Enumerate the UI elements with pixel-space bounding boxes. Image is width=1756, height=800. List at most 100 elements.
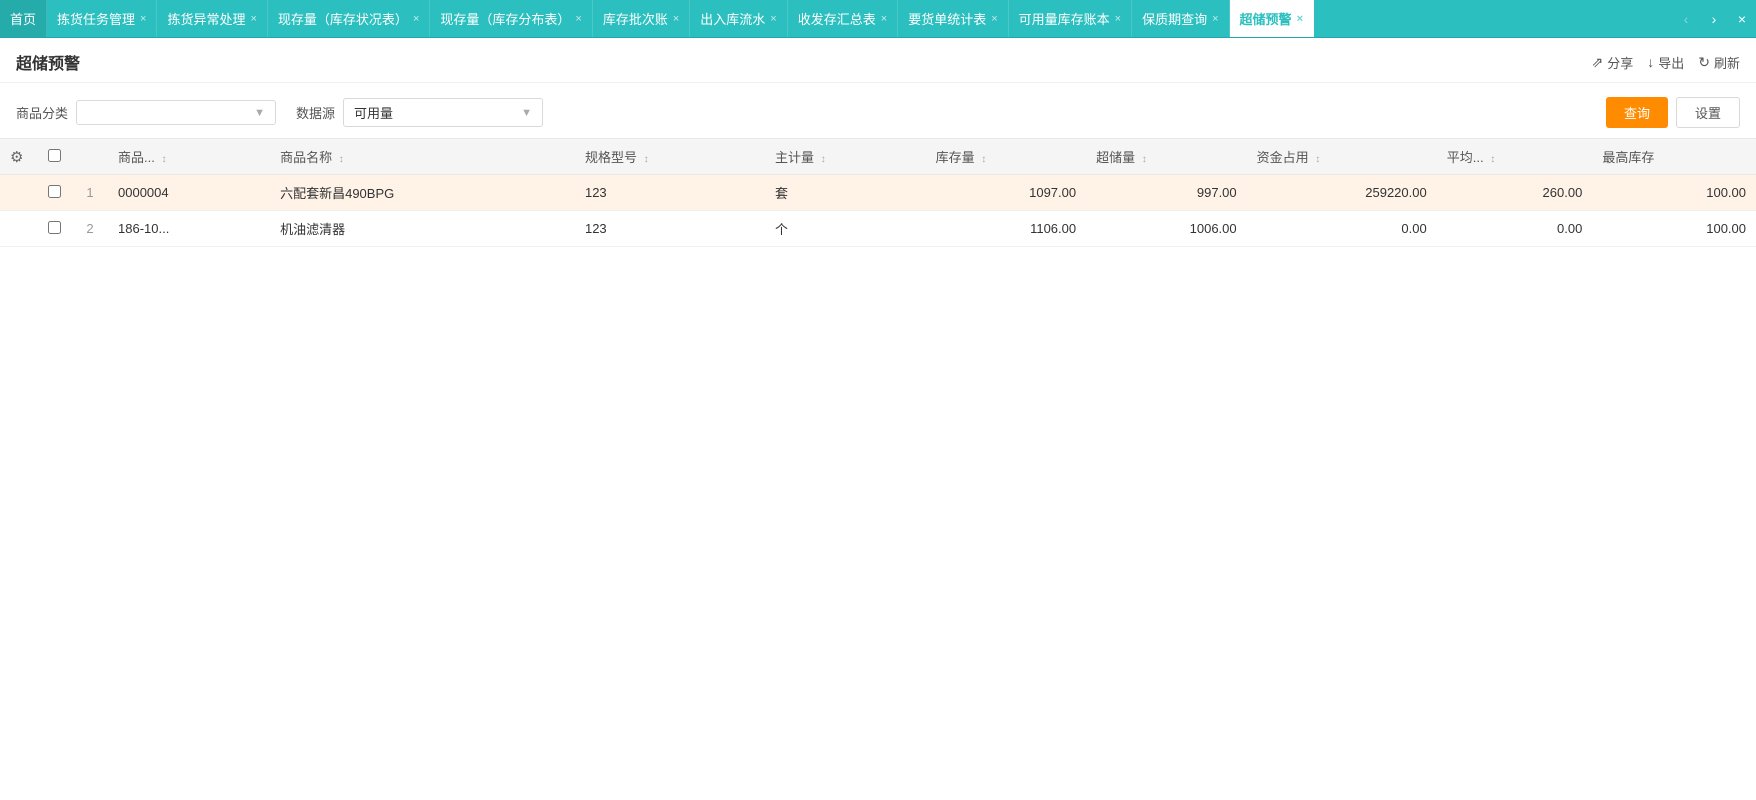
refresh-button[interactable]: ↻ 刷新 [1698, 53, 1740, 72]
td-stock-1: 1106.00 [926, 211, 1087, 247]
th-avg-label: 平均... [1447, 150, 1484, 165]
row-checkbox-0[interactable] [48, 185, 61, 198]
nav-item-stock-status[interactable]: 现存量（库存状况表） × [268, 0, 430, 37]
nav-close-collect-send[interactable]: × [881, 13, 887, 25]
nav-item-collect-send[interactable]: 收发存汇总表 × [788, 0, 898, 37]
table-row: 1 0000004 六配套新昌490BPG 123 套 1097.00 997.… [0, 175, 1756, 211]
share-button[interactable]: ⇗ 分享 [1591, 53, 1633, 72]
th-capital[interactable]: 资金占用 ↕ [1247, 139, 1437, 175]
nav-arrow-close[interactable]: × [1728, 0, 1756, 38]
header-actions: ⇗ 分享 ↓ 导出 ↻ 刷新 [1591, 53, 1740, 72]
nav-item-order-stat-label: 要货单统计表 [908, 9, 986, 28]
query-button[interactable]: 查询 [1606, 97, 1668, 128]
td-capital-1: 0.00 [1247, 211, 1437, 247]
nav-close-batch[interactable]: × [673, 13, 679, 25]
nav-item-task-mgmt[interactable]: 拣货任务管理 × [47, 0, 157, 37]
td-overstock-1: 1006.00 [1086, 211, 1247, 247]
sort-avg-icon: ↕ [1490, 154, 1495, 165]
nav-close-expiry[interactable]: × [1212, 13, 1218, 25]
th-overstock[interactable]: 超储量 ↕ [1086, 139, 1247, 175]
td-settings-0 [0, 175, 36, 211]
td-avg-1: 0.00 [1437, 211, 1593, 247]
td-unit-1: 个 [765, 211, 926, 247]
td-max-stock-1: 100.00 [1592, 211, 1756, 247]
nav-close-task-mgmt[interactable]: × [140, 13, 146, 25]
th-spec[interactable]: 规格型号 ↕ [575, 139, 765, 175]
nav-close-available-acct[interactable]: × [1115, 13, 1121, 25]
select-all-checkbox[interactable] [48, 149, 61, 162]
sort-product-name-icon: ↕ [339, 154, 344, 165]
nav-item-inout-flow[interactable]: 出入库流水 × [690, 0, 787, 37]
td-product-code-1: 186-10... [108, 211, 270, 247]
nav-close-stock-status[interactable]: × [413, 13, 419, 25]
nav-item-available-acct-label: 可用量库存账本 [1019, 9, 1110, 28]
filter-data-source: 数据源 可用量 ▼ [296, 98, 543, 127]
data-table: ⚙ 商品... ↕ 商品名称 ↕ 规格型号 [0, 138, 1756, 247]
td-spec-0: 123 [575, 175, 765, 211]
settings-button[interactable]: 设置 [1676, 97, 1740, 128]
refresh-icon: ↻ [1698, 54, 1710, 71]
nav-item-batch-label: 库存批次账 [603, 9, 668, 28]
td-unit-0: 套 [765, 175, 926, 211]
nav-arrow-right[interactable]: › [1700, 0, 1728, 38]
th-checkbox [36, 139, 72, 175]
product-category-select[interactable]: ▼ [76, 100, 276, 125]
sort-unit-icon: ↕ [821, 154, 826, 165]
th-spec-label: 规格型号 [585, 150, 637, 165]
nav-item-overstock[interactable]: 超储预警 × [1230, 0, 1314, 37]
table-wrapper: ⚙ 商品... ↕ 商品名称 ↕ 规格型号 [0, 138, 1756, 247]
nav-item-stock-dist[interactable]: 现存量（库存分布表） × [430, 0, 592, 37]
th-index [72, 139, 108, 175]
nav-item-stock-dist-label: 现存量（库存分布表） [440, 9, 570, 28]
th-product-code[interactable]: 商品... ↕ [108, 139, 270, 175]
data-source-value: 可用量 [354, 103, 393, 122]
td-max-stock-0: 100.00 [1592, 175, 1756, 211]
nav-close-order-stat[interactable]: × [991, 13, 997, 25]
refresh-label: 刷新 [1714, 53, 1740, 72]
nav-item-abnormal[interactable]: 拣货异常处理 × [157, 0, 267, 37]
nav-arrow-left[interactable]: ‹ [1672, 0, 1700, 38]
td-product-name-1: 机油滤清器 [270, 211, 575, 247]
nav-close-abnormal[interactable]: × [250, 13, 256, 25]
nav-item-batch[interactable]: 库存批次账 × [593, 0, 690, 37]
th-product-name-label: 商品名称 [280, 150, 332, 165]
td-avg-0: 260.00 [1437, 175, 1593, 211]
data-source-label: 数据源 [296, 103, 335, 122]
top-nav: 首页 拣货任务管理 × 拣货异常处理 × 现存量（库存状况表） × 现存量（库存… [0, 0, 1756, 38]
td-product-code-0: 0000004 [108, 175, 270, 211]
product-category-label: 商品分类 [16, 103, 68, 122]
data-source-select[interactable]: 可用量 ▼ [343, 98, 543, 127]
table-header-row: ⚙ 商品... ↕ 商品名称 ↕ 规格型号 [0, 139, 1756, 175]
nav-item-expiry[interactable]: 保质期查询 × [1132, 0, 1229, 37]
th-avg[interactable]: 平均... ↕ [1437, 139, 1593, 175]
nav-close-stock-dist[interactable]: × [575, 13, 581, 25]
th-product-name[interactable]: 商品名称 ↕ [270, 139, 575, 175]
settings-gear-icon[interactable]: ⚙ [10, 149, 23, 166]
page-content: 超储预警 ⇗ 分享 ↓ 导出 ↻ 刷新 商品分类 ▼ [0, 38, 1756, 800]
product-category-chevron-icon: ▼ [254, 107, 265, 119]
th-max-stock-label: 最高库存 [1602, 150, 1654, 165]
th-max-stock[interactable]: 最高库存 [1592, 139, 1756, 175]
row-checkbox-1[interactable] [48, 221, 61, 234]
filter-product-category: 商品分类 ▼ [16, 100, 276, 125]
td-product-name-0: 六配套新昌490BPG [270, 175, 575, 211]
export-button[interactable]: ↓ 导出 [1647, 53, 1684, 72]
nav-arrows: ‹ › × [1672, 0, 1756, 38]
sort-capital-icon: ↕ [1315, 154, 1320, 165]
th-capital-label: 资金占用 [1257, 150, 1309, 165]
th-stock[interactable]: 库存量 ↕ [926, 139, 1087, 175]
td-capital-0: 259220.00 [1247, 175, 1437, 211]
th-overstock-label: 超储量 [1096, 150, 1135, 165]
nav-item-order-stat[interactable]: 要货单统计表 × [898, 0, 1008, 37]
th-unit[interactable]: 主计量 ↕ [765, 139, 926, 175]
th-settings: ⚙ [0, 139, 36, 175]
nav-item-available-acct[interactable]: 可用量库存账本 × [1009, 0, 1132, 37]
th-product-code-label: 商品... [118, 150, 155, 165]
nav-close-overstock[interactable]: × [1297, 13, 1303, 25]
nav-item-home[interactable]: 首页 [0, 0, 47, 37]
nav-item-task-mgmt-label: 拣货任务管理 [57, 9, 135, 28]
share-label: 分享 [1607, 53, 1633, 72]
nav-item-overstock-label: 超储预警 [1240, 9, 1292, 28]
nav-close-inout-flow[interactable]: × [770, 13, 776, 25]
sort-stock-icon: ↕ [981, 154, 986, 165]
